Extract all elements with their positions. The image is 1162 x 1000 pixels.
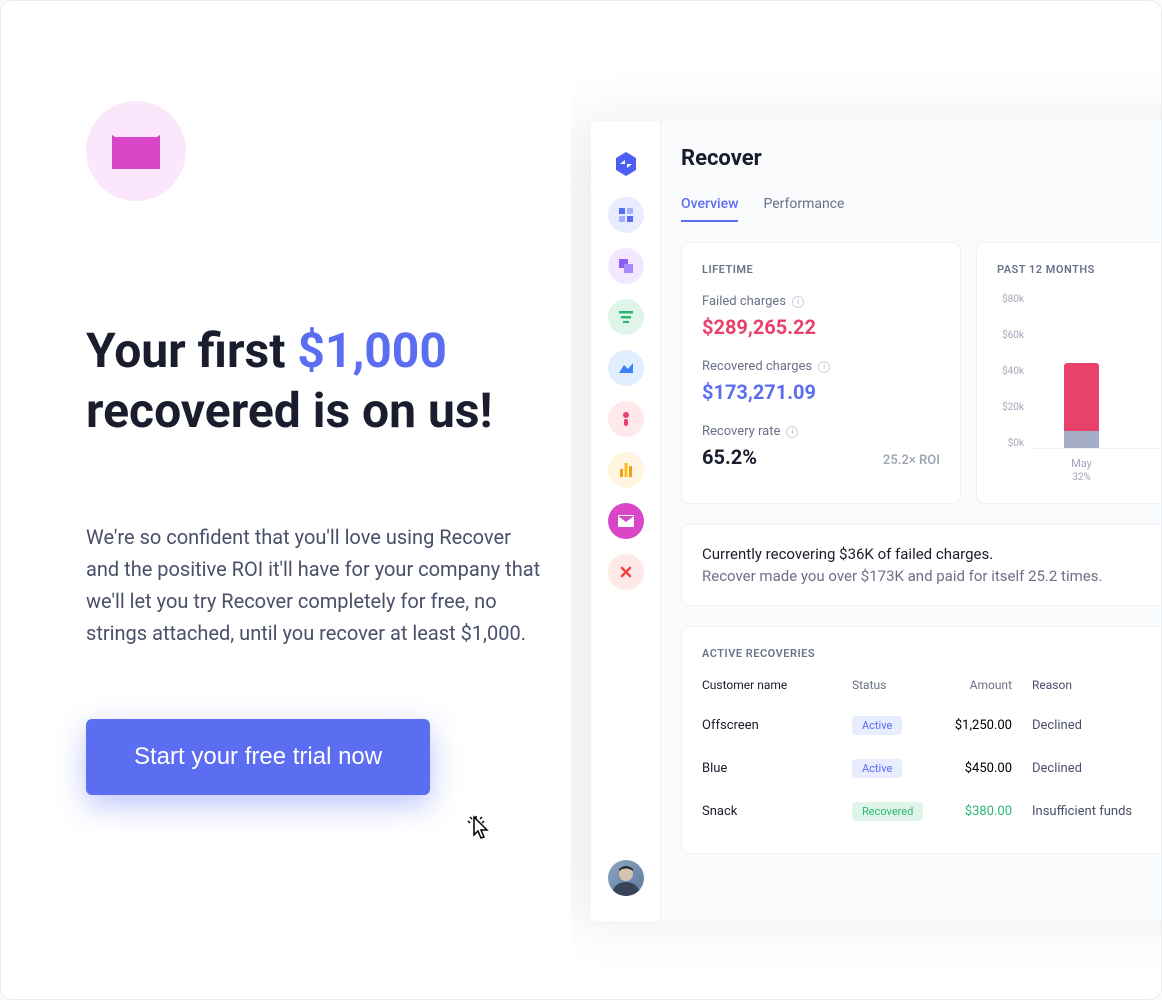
info-icon[interactable]: i	[786, 426, 798, 438]
sidebar-close-icon[interactable]	[608, 554, 644, 590]
recovered-charges-value: $173,271.09	[702, 380, 940, 404]
cell-amount: $1,250.00	[947, 718, 1032, 733]
header-status[interactable]: Status	[852, 678, 947, 692]
tab-overview[interactable]: Overview	[681, 196, 738, 222]
dashboard-sidebar	[591, 121, 661, 921]
sidebar-dashboard-icon[interactable]	[608, 197, 644, 233]
chart-card: PAST 12 MONTHS $80k $60k $40k $20k $0k	[976, 242, 1161, 504]
cell-status: Active	[852, 759, 947, 778]
failed-charges-value: $289,265.22	[702, 315, 940, 339]
chart-y-axis: $80k $60k $40k $20k $0k	[997, 294, 1032, 449]
recovered-charges-label: Recovered charges i	[702, 359, 940, 374]
hero-headline: Your first $1,000 recovered is on us!	[86, 321, 571, 441]
hero-description: We're so confident that you'll love usin…	[86, 521, 541, 649]
info-icon[interactable]: i	[818, 361, 830, 373]
cell-reason: Declined	[1032, 761, 1161, 776]
page-title: Recover	[681, 146, 1161, 171]
start-trial-button[interactable]: Start your free trial now	[86, 719, 430, 795]
summary-box: Currently recovering $36K of failed char…	[681, 524, 1161, 606]
cell-status: Recovered	[852, 802, 947, 821]
bar-may	[1064, 363, 1099, 448]
cursor-icon	[466, 815, 494, 853]
header-amount[interactable]: Amount	[947, 678, 1032, 692]
cell-reason: Insufficient funds	[1032, 804, 1161, 819]
dashboard-preview: Recover Overview Performance LIFETIME Fa…	[591, 121, 1161, 921]
recovery-rate-label: Recovery rate i	[702, 424, 940, 439]
hero-icon-circle	[86, 101, 186, 201]
table-row[interactable]: BlueActive$450.00Declined	[702, 747, 1161, 790]
recovery-rate-value: 65.2%	[702, 445, 757, 469]
bar-label-may: May 32%	[1064, 457, 1099, 483]
cell-name: Blue	[702, 761, 852, 776]
sidebar-chart-icon[interactable]	[608, 350, 644, 386]
cell-amount: $450.00	[947, 761, 1032, 776]
info-icon[interactable]: i	[792, 296, 804, 308]
table-header: Customer name Status Amount Reason ▾	[702, 678, 1161, 704]
lifetime-label: LIFETIME	[702, 263, 940, 276]
cell-amount: $380.00	[947, 804, 1032, 819]
roi-badge: 25.2× ROI	[883, 453, 940, 468]
chart-bars	[1032, 294, 1161, 449]
header-reason[interactable]: Reason ▾	[1032, 678, 1161, 692]
tabs: Overview Performance	[681, 196, 1161, 222]
lifetime-card: LIFETIME Failed charges i $289,265.22 Re…	[681, 242, 961, 504]
header-name[interactable]: Customer name	[702, 678, 852, 692]
chart-label: PAST 12 MONTHS	[997, 263, 1161, 276]
summary-line2: Recover made you over $173K and paid for…	[702, 567, 1161, 585]
headline-pre: Your first	[86, 322, 297, 379]
sidebar-user-icon[interactable]	[608, 401, 644, 437]
recoveries-label: ACTIVE RECOVERIES	[702, 647, 1161, 660]
table-row[interactable]: OffscreenActive$1,250.00Declined	[702, 704, 1161, 747]
mail-icon	[112, 133, 160, 169]
cell-reason: Declined	[1032, 718, 1161, 733]
cell-name: Snack	[702, 804, 852, 819]
tab-performance[interactable]: Performance	[763, 196, 844, 222]
sidebar-list-icon[interactable]	[608, 299, 644, 335]
table-row[interactable]: SnackRecovered$380.00Insufficient funds	[702, 790, 1161, 833]
failed-charges-label: Failed charges i	[702, 294, 940, 309]
headline-post: recovered is on us!	[86, 382, 492, 439]
sidebar-bars-icon[interactable]	[608, 452, 644, 488]
cell-name: Offscreen	[702, 718, 852, 733]
recoveries-box: ACTIVE RECOVERIES Customer name Status A…	[681, 626, 1161, 854]
headline-accent: $1,000	[297, 322, 447, 379]
cell-status: Active	[852, 716, 947, 735]
sidebar-mail-icon[interactable]	[608, 503, 644, 539]
user-avatar[interactable]	[608, 860, 644, 896]
summary-line1: Currently recovering $36K of failed char…	[702, 545, 1161, 563]
sidebar-layers-icon[interactable]	[608, 248, 644, 284]
logo-icon[interactable]	[608, 146, 644, 182]
